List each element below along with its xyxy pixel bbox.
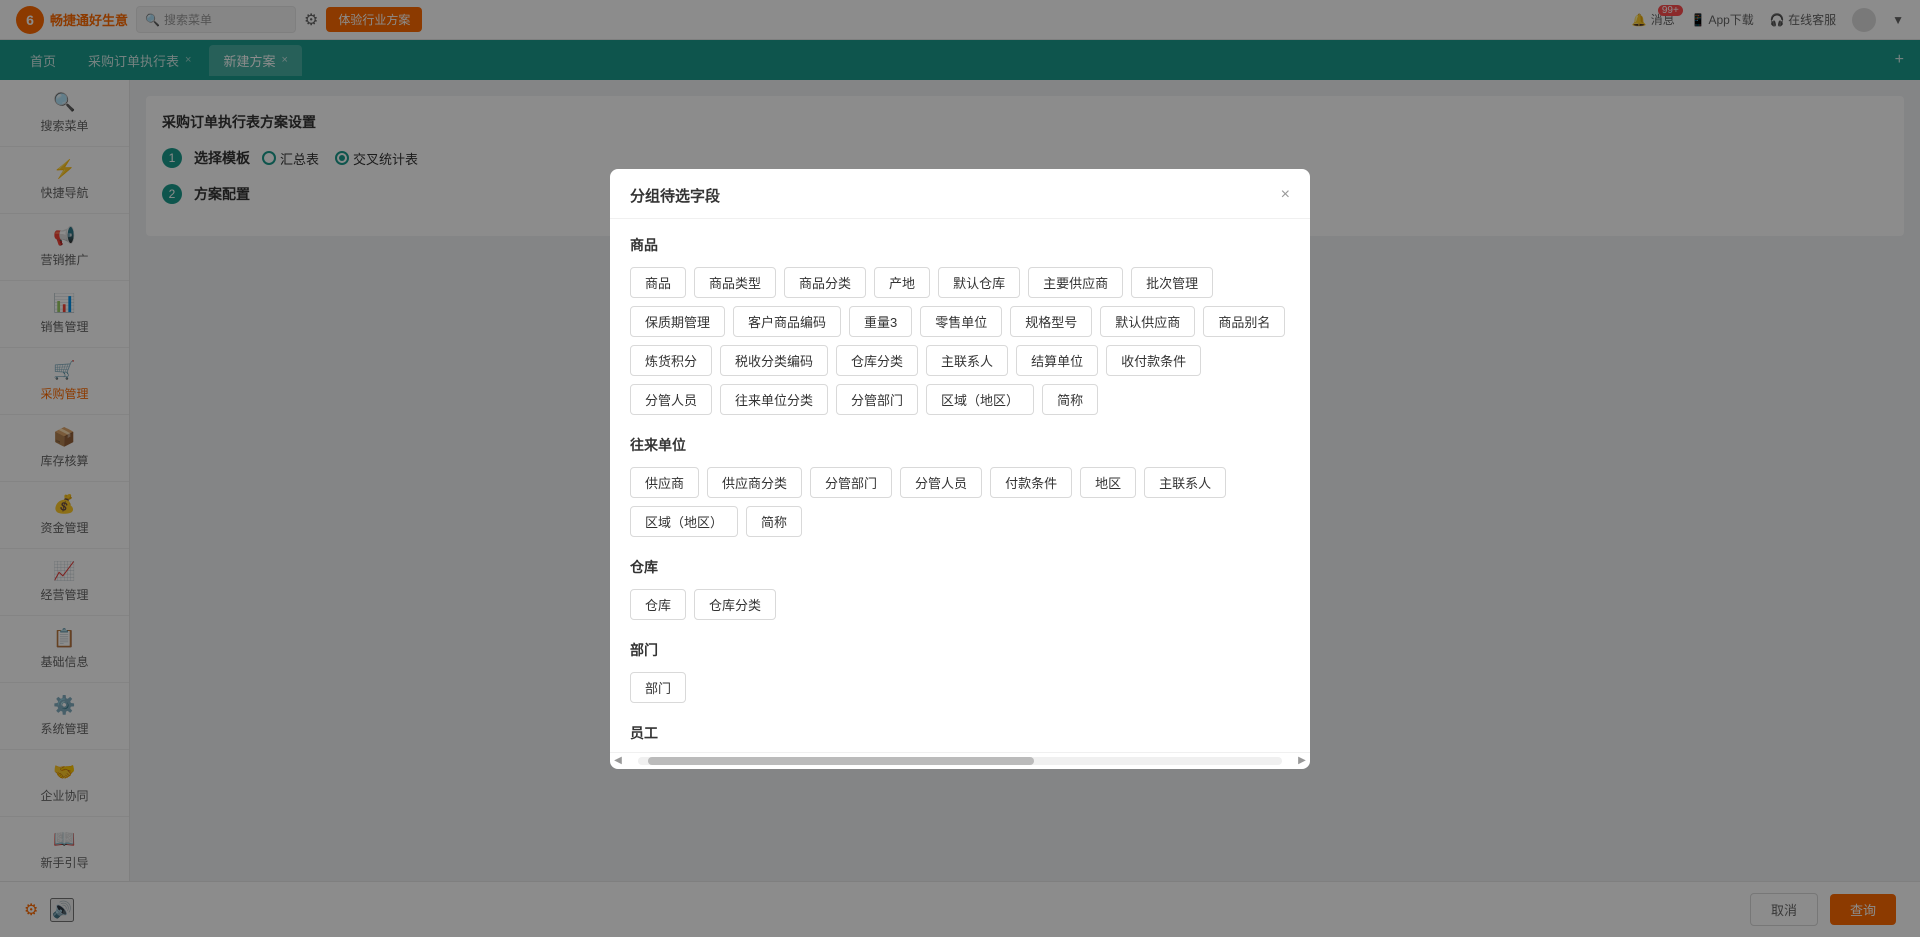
field-tag-origin[interactable]: 产地 <box>874 267 930 298</box>
field-tag-transaction-category[interactable]: 往来单位分类 <box>720 384 828 415</box>
field-tag-warehouse-category[interactable]: 仓库分类 <box>836 345 918 376</box>
field-tag-supplier[interactable]: 供应商 <box>630 467 699 498</box>
field-tag-region[interactable]: 区域（地区） <box>926 384 1034 415</box>
modal-title: 分组待选字段 <box>630 185 720 206</box>
section-partner-tags: 供应商 供应商分类 分管部门 分管人员 付款条件 地区 主联系人 区域（地区） … <box>630 467 1290 537</box>
section-product-title: 商品 <box>630 235 1290 255</box>
field-tag-dept[interactable]: 分管部门 <box>836 384 918 415</box>
field-tag-spec-model[interactable]: 规格型号 <box>1010 306 1092 337</box>
modal-hscroll-left[interactable]: ◀ <box>610 753 626 769</box>
section-warehouse-title: 仓库 <box>630 557 1290 577</box>
field-tag-default-supplier[interactable]: 默认供应商 <box>1100 306 1195 337</box>
field-tag-payment-condition[interactable]: 付款条件 <box>990 467 1072 498</box>
section-department: 部门 部门 <box>630 640 1290 703</box>
field-tag-product-category[interactable]: 商品分类 <box>784 267 866 298</box>
modal-body: 商品 商品 商品类型 商品分类 产地 默认仓库 主要供应商 批次管理 保质期管理… <box>610 219 1310 752</box>
field-tag-customer-code[interactable]: 客户商品编码 <box>733 306 841 337</box>
field-tag-payment-terms[interactable]: 收付款条件 <box>1106 345 1201 376</box>
field-tag-shelf-life[interactable]: 保质期管理 <box>630 306 725 337</box>
field-tag-retail-unit[interactable]: 零售单位 <box>920 306 1002 337</box>
section-partner: 往来单位 供应商 供应商分类 分管部门 分管人员 付款条件 地区 主联系人 区域… <box>630 435 1290 537</box>
field-tag-main-contact[interactable]: 主联系人 <box>926 345 1008 376</box>
field-tag-supplier-category[interactable]: 供应商分类 <box>707 467 802 498</box>
field-tag-product-alias[interactable]: 商品别名 <box>1203 306 1285 337</box>
field-tag-partner-dept[interactable]: 分管部门 <box>810 467 892 498</box>
section-warehouse-tags: 仓库 仓库分类 <box>630 589 1290 620</box>
field-tag-product[interactable]: 商品 <box>630 267 686 298</box>
field-tag-main-supplier[interactable]: 主要供应商 <box>1028 267 1123 298</box>
modal-hscroll-container <box>626 753 1294 769</box>
section-product-tags: 商品 商品类型 商品分类 产地 默认仓库 主要供应商 批次管理 保质期管理 客户… <box>630 267 1290 415</box>
field-tag-department[interactable]: 部门 <box>630 672 686 703</box>
field-tag-weight3[interactable]: 重量3 <box>849 306 912 337</box>
field-tag-tax-code[interactable]: 税收分类编码 <box>720 345 828 376</box>
field-tag-refine-points[interactable]: 炼货积分 <box>630 345 712 376</box>
modal-close-button[interactable]: × <box>1281 186 1290 204</box>
modal-hscroll[interactable] <box>638 757 1282 765</box>
field-tag-short-name[interactable]: 简称 <box>1042 384 1098 415</box>
section-employee: 员工 业务员 <box>630 723 1290 752</box>
modal-hscroll-right[interactable]: ▶ <box>1294 753 1310 769</box>
field-tag-partner-region[interactable]: 区域（地区） <box>630 506 738 537</box>
field-tag-warehouse[interactable]: 仓库 <box>630 589 686 620</box>
section-employee-title: 员工 <box>630 723 1290 743</box>
field-tag-settlement-unit[interactable]: 结算单位 <box>1016 345 1098 376</box>
field-tag-warehouse-cat[interactable]: 仓库分类 <box>694 589 776 620</box>
field-tag-partner-short-name[interactable]: 简称 <box>746 506 802 537</box>
section-product: 商品 商品 商品类型 商品分类 产地 默认仓库 主要供应商 批次管理 保质期管理… <box>630 235 1290 415</box>
field-tag-supervisor[interactable]: 分管人员 <box>630 384 712 415</box>
modal-dialog: 分组待选字段 × 商品 商品 商品类型 商品分类 产地 默认仓库 主要供应商 批… <box>610 169 1310 769</box>
modal-header: 分组待选字段 × <box>610 169 1310 219</box>
field-tag-default-warehouse[interactable]: 默认仓库 <box>938 267 1020 298</box>
section-department-title: 部门 <box>630 640 1290 660</box>
modal-hscroll-thumb <box>648 757 1034 765</box>
field-tag-partner-main-contact[interactable]: 主联系人 <box>1144 467 1226 498</box>
modal-overlay: 分组待选字段 × 商品 商品 商品类型 商品分类 产地 默认仓库 主要供应商 批… <box>0 0 1920 937</box>
field-tag-batch-mgmt[interactable]: 批次管理 <box>1131 267 1213 298</box>
modal-bottom-area: ◀ ▶ <box>610 752 1310 769</box>
field-tag-area[interactable]: 地区 <box>1080 467 1136 498</box>
section-partner-title: 往来单位 <box>630 435 1290 455</box>
field-tag-partner-supervisor[interactable]: 分管人员 <box>900 467 982 498</box>
field-tag-product-type[interactable]: 商品类型 <box>694 267 776 298</box>
section-department-tags: 部门 <box>630 672 1290 703</box>
section-warehouse: 仓库 仓库 仓库分类 <box>630 557 1290 620</box>
